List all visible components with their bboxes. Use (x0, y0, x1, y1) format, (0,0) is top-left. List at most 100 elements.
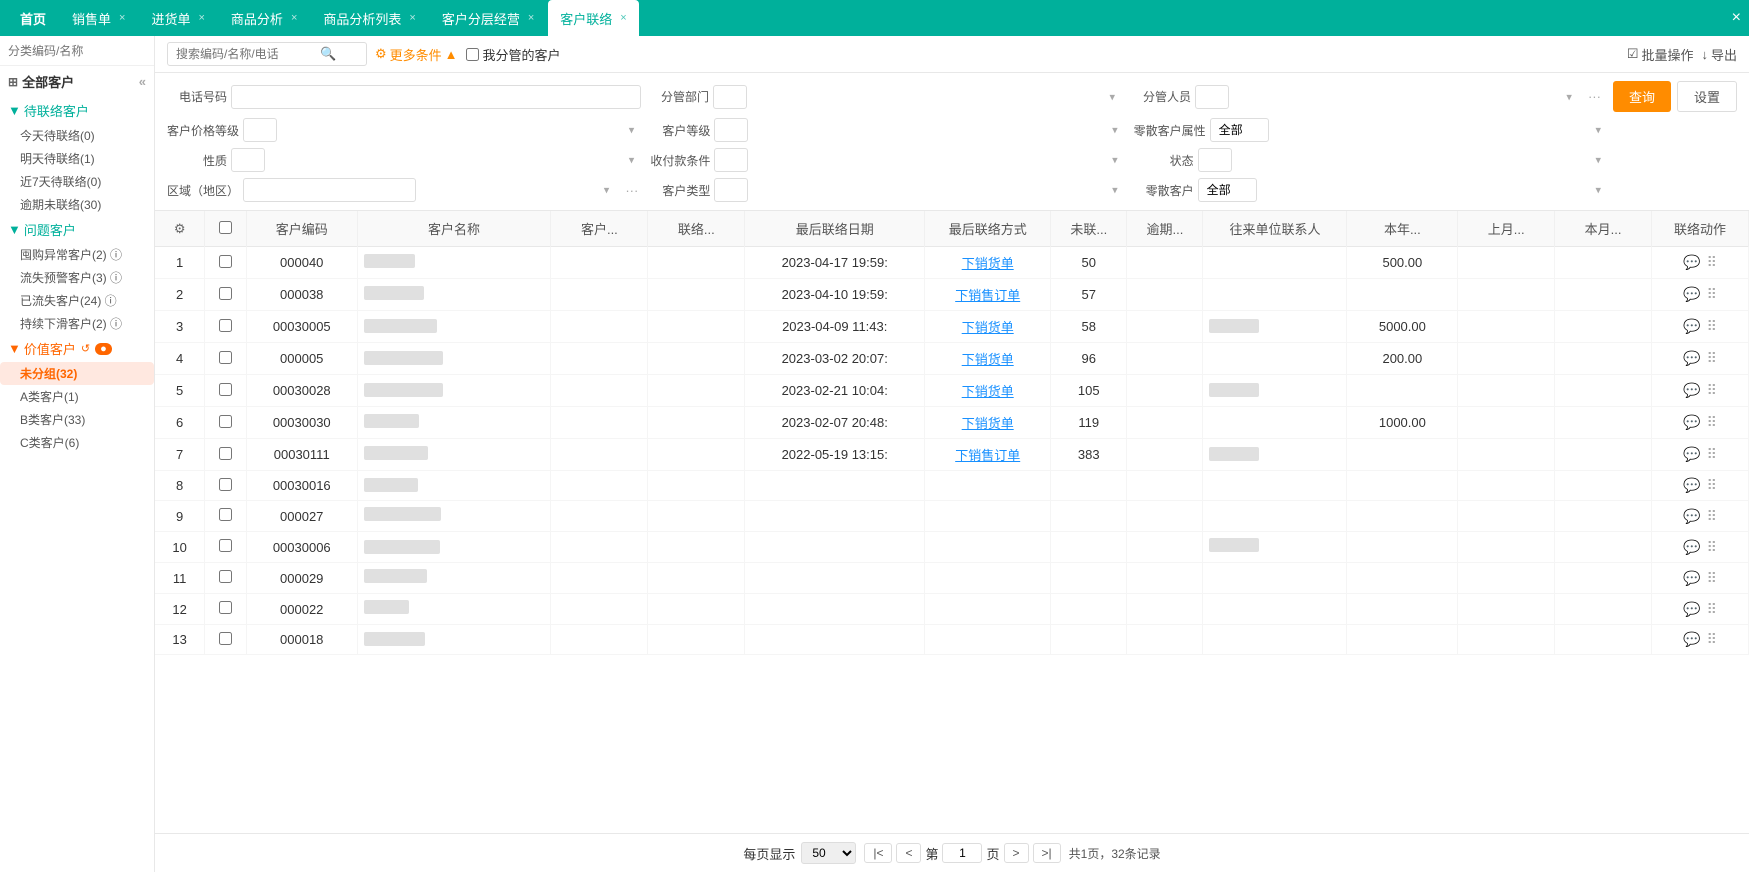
last-page-button[interactable]: >| (1033, 843, 1061, 863)
status-select[interactable] (1198, 148, 1232, 172)
message-icon[interactable]: 💬 (1683, 318, 1700, 335)
select-all-checkbox[interactable] (219, 221, 232, 234)
message-icon[interactable]: 💬 (1683, 286, 1700, 303)
row-checkbox[interactable] (219, 570, 232, 583)
more-icon[interactable]: ⠿ (1707, 446, 1717, 463)
export-button[interactable]: ↓ 导出 (1701, 45, 1737, 64)
tab-purchase[interactable]: 进货单 × (139, 0, 216, 36)
main-search-input[interactable] (176, 47, 316, 61)
page-number-input[interactable] (942, 843, 982, 863)
message-icon[interactable]: 💬 (1683, 570, 1700, 587)
more-icon[interactable]: ⠿ (1707, 414, 1717, 431)
batch-operation-button[interactable]: ☑ 批量操作 (1627, 45, 1694, 64)
sidebar-item-churned[interactable]: 已流失客户(24) ⓘ (0, 289, 154, 312)
row-checkbox[interactable] (219, 255, 232, 268)
close-icon[interactable]: × (119, 12, 125, 24)
payment-select[interactable] (714, 148, 748, 172)
sidebar-item-hoarding-abnormal[interactable]: 囤购异常客户(2) ⓘ (0, 243, 154, 266)
close-icon[interactable]: × (198, 12, 204, 24)
row-checkbox[interactable] (219, 539, 232, 552)
tab-sales[interactable]: 销售单 × (60, 0, 137, 36)
tab-customer-segment[interactable]: 客户分层经营 × (430, 0, 546, 36)
sidebar-item-class-a[interactable]: A类客户(1) (0, 385, 154, 408)
more-icon[interactable]: ⠿ (1707, 601, 1717, 618)
more-icon[interactable]: ⠿ (1707, 631, 1717, 648)
settings-icon[interactable]: ⚙ (174, 221, 186, 236)
customer-level-select[interactable] (714, 118, 748, 142)
row-checkbox[interactable] (219, 478, 232, 491)
more-icon[interactable]: ⠿ (1707, 350, 1717, 367)
sidebar-item-7day-pending[interactable]: 近7天待联络(0) (0, 170, 154, 193)
sidebar-search-input[interactable] (8, 44, 155, 58)
sidebar-item-churn-warning[interactable]: 流失预警客户(3) ⓘ (0, 266, 154, 289)
message-icon[interactable]: 💬 (1683, 601, 1700, 618)
close-icon[interactable]: × (620, 12, 626, 24)
tab-customer-contact[interactable]: 客户联络 × (548, 0, 638, 36)
my-customers-check[interactable] (466, 48, 479, 61)
more-icon[interactable]: ⠿ (1707, 318, 1717, 335)
row-checkbox[interactable] (219, 351, 232, 364)
settings-button[interactable]: 设置 (1677, 81, 1737, 112)
dept-select[interactable] (713, 85, 747, 109)
tab-home[interactable]: 首页 (8, 0, 58, 36)
my-customers-checkbox[interactable]: 我分管的客户 (466, 45, 561, 64)
sidebar-group-pending[interactable]: ▼ 待联络客户 (0, 97, 154, 124)
nature-select[interactable] (231, 148, 265, 172)
message-icon[interactable]: 💬 (1683, 382, 1700, 399)
sparse-attr-select[interactable]: 全部 (1210, 118, 1269, 142)
more-icon[interactable]: ⠿ (1707, 254, 1717, 271)
row-checkbox[interactable] (219, 447, 232, 460)
more-conditions-button[interactable]: ⚙ 更多条件 ▲ (375, 45, 458, 64)
tab-analysis[interactable]: 商品分析 × (219, 0, 309, 36)
sidebar-item-class-c[interactable]: C类客户(6) (0, 431, 154, 454)
message-icon[interactable]: 💬 (1683, 539, 1700, 556)
prev-page-button[interactable]: < (896, 843, 921, 863)
row-checkbox[interactable] (219, 319, 232, 332)
row-checkbox[interactable] (219, 632, 232, 645)
query-button[interactable]: 查询 (1613, 81, 1671, 112)
message-icon[interactable]: 💬 (1683, 477, 1700, 494)
close-icon[interactable]: × (291, 12, 297, 24)
more-icon[interactable]: ⠿ (1707, 539, 1717, 556)
sidebar-item-declining[interactable]: 持续下滑客户(2) ⓘ (0, 312, 154, 335)
message-icon[interactable]: 💬 (1683, 350, 1700, 367)
next-page-button[interactable]: > (1004, 843, 1029, 863)
more-icon[interactable]: ⠿ (1707, 477, 1717, 494)
first-page-button[interactable]: |< (864, 843, 892, 863)
phone-input[interactable] (231, 85, 641, 109)
more-icon[interactable]: ⠿ (1707, 508, 1717, 525)
message-icon[interactable]: 💬 (1683, 446, 1700, 463)
sidebar-group-value[interactable]: ▼ 价值客户 ↺ ● (0, 335, 154, 362)
sidebar-item-ungrouped[interactable]: 未分组(32) (0, 362, 154, 385)
customer-type-select[interactable] (714, 178, 748, 202)
sidebar-collapse-icon[interactable]: « (139, 74, 146, 89)
row-checkbox[interactable] (219, 415, 232, 428)
row-checkbox[interactable] (219, 508, 232, 521)
row-checkbox[interactable] (219, 383, 232, 396)
search-icon[interactable]: 🔍 (320, 46, 336, 62)
page-size-select[interactable]: 50 100 200 (801, 842, 856, 864)
more-icon[interactable]: ⠿ (1707, 570, 1717, 587)
region-input[interactable] (243, 178, 416, 202)
tab-analysis-list[interactable]: 商品分析列表 × (311, 0, 427, 36)
price-level-select[interactable] (243, 118, 277, 142)
sidebar-item-class-b[interactable]: B类客户(33) (0, 408, 154, 431)
more-icon[interactable]: ⠿ (1707, 382, 1717, 399)
window-close-button[interactable]: × (1732, 9, 1741, 27)
message-icon[interactable]: 💬 (1683, 508, 1700, 525)
row-checkbox[interactable] (219, 601, 232, 614)
message-icon[interactable]: 💬 (1683, 254, 1700, 271)
sidebar-group-problem[interactable]: ▼ 问题客户 (0, 216, 154, 243)
sidebar-item-today-pending[interactable]: 今天待联络(0) (0, 124, 154, 147)
sidebar-item-tomorrow-pending[interactable]: 明天待联络(1) (0, 147, 154, 170)
sidebar-item-overdue-pending[interactable]: 逾期未联络(30) (0, 193, 154, 216)
sparse-customer-select[interactable]: 全部 (1198, 178, 1257, 202)
close-icon[interactable]: × (409, 12, 415, 24)
manager-select[interactable] (1195, 85, 1229, 109)
sidebar-all-customers[interactable]: ⊞ 全部客户 « (0, 66, 154, 97)
message-icon[interactable]: 💬 (1683, 631, 1700, 648)
row-checkbox[interactable] (219, 287, 232, 300)
more-icon[interactable]: ⠿ (1707, 286, 1717, 303)
message-icon[interactable]: 💬 (1683, 414, 1700, 431)
close-icon[interactable]: × (528, 12, 534, 24)
